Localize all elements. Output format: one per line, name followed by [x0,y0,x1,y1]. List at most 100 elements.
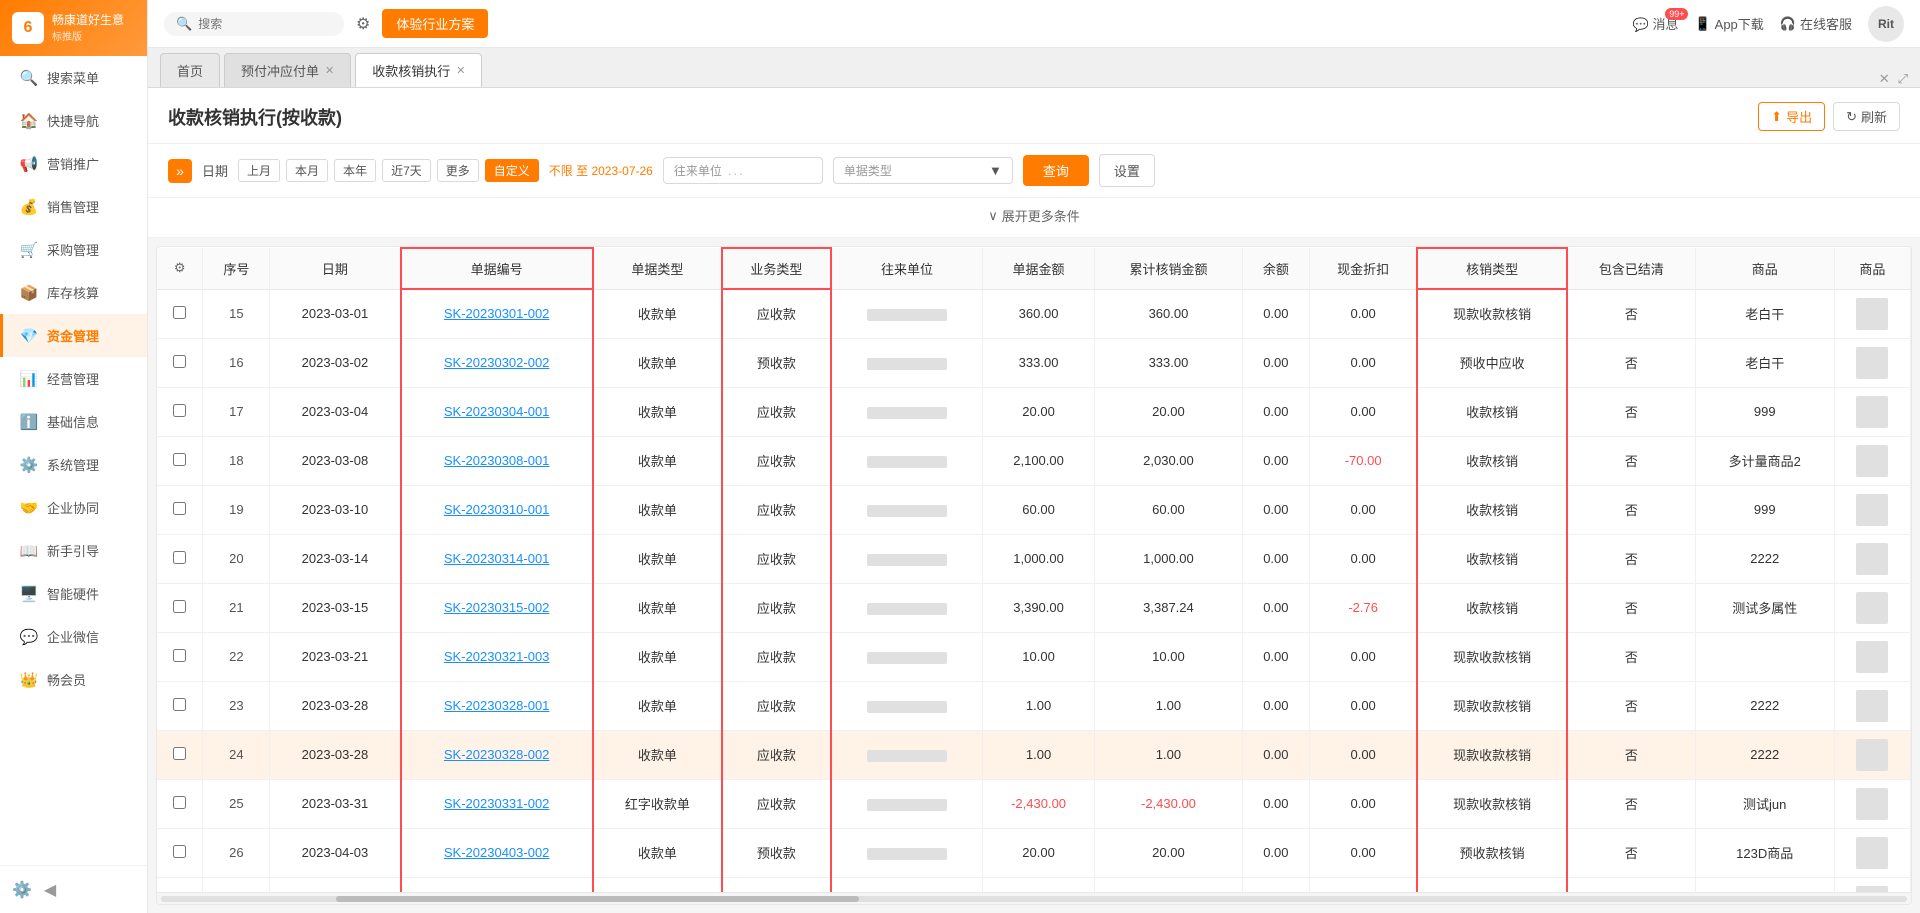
td-customer [831,779,983,828]
td-check[interactable] [157,681,203,730]
gear-icon[interactable]: ⚙ [356,14,370,34]
filter-toggle-button[interactable]: » [168,159,192,183]
sidebar-item-quick-nav[interactable]: 🏠 快捷导航 [0,99,147,142]
table-wrapper[interactable]: ⚙ 序号 日期 单据编号 单据类型 业务类型 往来单位 单据金额 累计核销金额 … [157,247,1911,892]
td-order-no[interactable]: SK-20230304-001 [401,387,593,436]
td-order-no[interactable]: SK-20230308-001 [401,436,593,485]
td-check[interactable] [157,289,203,338]
sidebar-item-sales[interactable]: 💰 销售管理 [0,185,147,228]
td-settled: 否 [1567,485,1695,534]
td-settled: 否 [1567,387,1695,436]
date-this-month[interactable]: 本月 [286,159,328,182]
sidebar-item-basic[interactable]: ℹ️ 基础信息 [0,400,147,443]
td-order-no[interactable]: SK-20230310-001 [401,485,593,534]
td-check[interactable] [157,632,203,681]
td-amount: 3,390.00 [983,583,1095,632]
message-button[interactable]: 💬 消息 99+ [1633,14,1679,33]
date-range-display: 不限 至 2023-07-26 [549,162,653,179]
table-container: ⚙ 序号 日期 单据编号 单据类型 业务类型 往来单位 单据金额 累计核销金额 … [156,246,1912,905]
phone-icon: 📱 [1694,16,1710,32]
td-goods1: 999 [1695,485,1834,534]
sidebar-item-marketing[interactable]: 📢 营销推广 [0,142,147,185]
expand-tab-icon[interactable]: ⤢ [1898,71,1908,87]
td-write-off-type: 现款收款核销 [1417,681,1566,730]
query-button[interactable]: 查询 [1023,155,1089,186]
td-cash-discount: 0.00 [1309,534,1417,583]
td-order-no[interactable]: SK-20230315-002 [401,583,593,632]
user-avatar[interactable]: Rit [1868,6,1904,42]
td-order-no[interactable]: SK-20230328-002 [401,730,593,779]
guide-icon: 📖 [19,542,39,560]
th-customer: 往来单位 [831,248,983,289]
online-service-button[interactable]: 🎧 在线客服 [1780,14,1852,33]
td-check[interactable] [157,485,203,534]
td-order-no[interactable]: SK-20230302-002 [401,338,593,387]
td-check[interactable] [157,534,203,583]
th-gear[interactable]: ⚙ [157,248,203,289]
td-check[interactable] [157,338,203,387]
date-custom[interactable]: 自定义 [485,159,539,182]
td-order-no[interactable]: SK-20230331-002 [401,779,593,828]
td-goods2 [1834,828,1910,877]
td-balance: 0.00 [1242,828,1309,877]
sidebar-item-corp[interactable]: 🤝 企业协同 [0,486,147,529]
td-check[interactable] [157,436,203,485]
solution-button[interactable]: 体验行业方案 [382,9,488,38]
collapse-icon[interactable]: ◀ [44,880,56,900]
table-row: 15 2023-03-01 SK-20230301-002 收款单 应收款 36… [157,289,1911,338]
td-order-no[interactable]: SK-20230314-001 [401,534,593,583]
search-input[interactable] [198,17,318,31]
td-order-no[interactable]: SK-20230321-003 [401,632,593,681]
td-order-no[interactable]: SK-20230408-001 [401,877,593,892]
sidebar-item-finance[interactable]: 💎 资金管理 [0,314,147,357]
sidebar-item-wechat[interactable]: 💬 企业微信 [0,615,147,658]
sidebar-item-purchase[interactable]: 🛒 采购管理 [0,228,147,271]
sidebar-item-member[interactable]: 👑 畅会员 [0,658,147,701]
tab-home[interactable]: 首页 [160,53,220,87]
td-check[interactable] [157,779,203,828]
td-biz-type: 应收款 [722,681,831,730]
date-more[interactable]: 更多 [437,159,479,182]
td-check[interactable] [157,583,203,632]
td-balance: 0.00 [1242,779,1309,828]
tab-pre-payment[interactable]: 预付冲应付单 ✕ [224,53,351,87]
td-date: 2023-03-15 [270,583,401,632]
expand-more-button[interactable]: ∨ 展开更多条件 [168,202,1900,229]
th-amount: 单据金额 [983,248,1095,289]
tab-collection-label: 收款核销执行 [372,61,450,80]
sidebar-item-operations[interactable]: 📊 经营管理 [0,357,147,400]
customer-filter[interactable]: 往来单位 ... [663,157,823,184]
tab-close-icon[interactable]: ✕ [456,64,465,77]
sidebar-item-hardware[interactable]: 🖥️ 智能硬件 [0,572,147,615]
settings-bottom-icon[interactable]: ⚙️ [12,880,32,900]
setting-button[interactable]: 设置 [1099,154,1155,187]
topbar-search[interactable]: 🔍 [164,12,344,36]
td-settled: 否 [1567,877,1695,892]
sidebar-item-inventory[interactable]: 📦 库存核算 [0,271,147,314]
app-download-button[interactable]: 📱 App下载 [1694,14,1763,33]
refresh-button[interactable]: ↻ 刷新 [1833,102,1900,131]
close-tab-icon[interactable]: ✕ [1879,71,1890,87]
td-check[interactable] [157,877,203,892]
horizontal-scrollbar[interactable] [157,892,1911,904]
tab-collection[interactable]: 收款核销执行 ✕ [355,53,482,87]
sidebar-item-search[interactable]: 🔍 搜索菜单 [0,56,147,99]
td-order-no[interactable]: SK-20230301-002 [401,289,593,338]
td-goods2 [1834,779,1910,828]
td-amount: 10.00 [983,632,1095,681]
scrollbar-thumb [336,896,860,902]
export-button[interactable]: ⬆ 导出 [1758,102,1825,131]
date-7days[interactable]: 近7天 [382,159,431,182]
td-check[interactable] [157,828,203,877]
tab-close-icon[interactable]: ✕ [325,64,334,77]
td-order-no[interactable]: SK-20230328-001 [401,681,593,730]
sidebar-item-system[interactable]: ⚙️ 系统管理 [0,443,147,486]
order-type-filter[interactable]: 单据类型 ▼ [833,157,1013,184]
td-customer [831,387,983,436]
sidebar-item-guide[interactable]: 📖 新手引导 [0,529,147,572]
date-this-year[interactable]: 本年 [334,159,376,182]
td-check[interactable] [157,387,203,436]
td-check[interactable] [157,730,203,779]
td-order-no[interactable]: SK-20230403-002 [401,828,593,877]
date-last-month[interactable]: 上月 [238,159,280,182]
